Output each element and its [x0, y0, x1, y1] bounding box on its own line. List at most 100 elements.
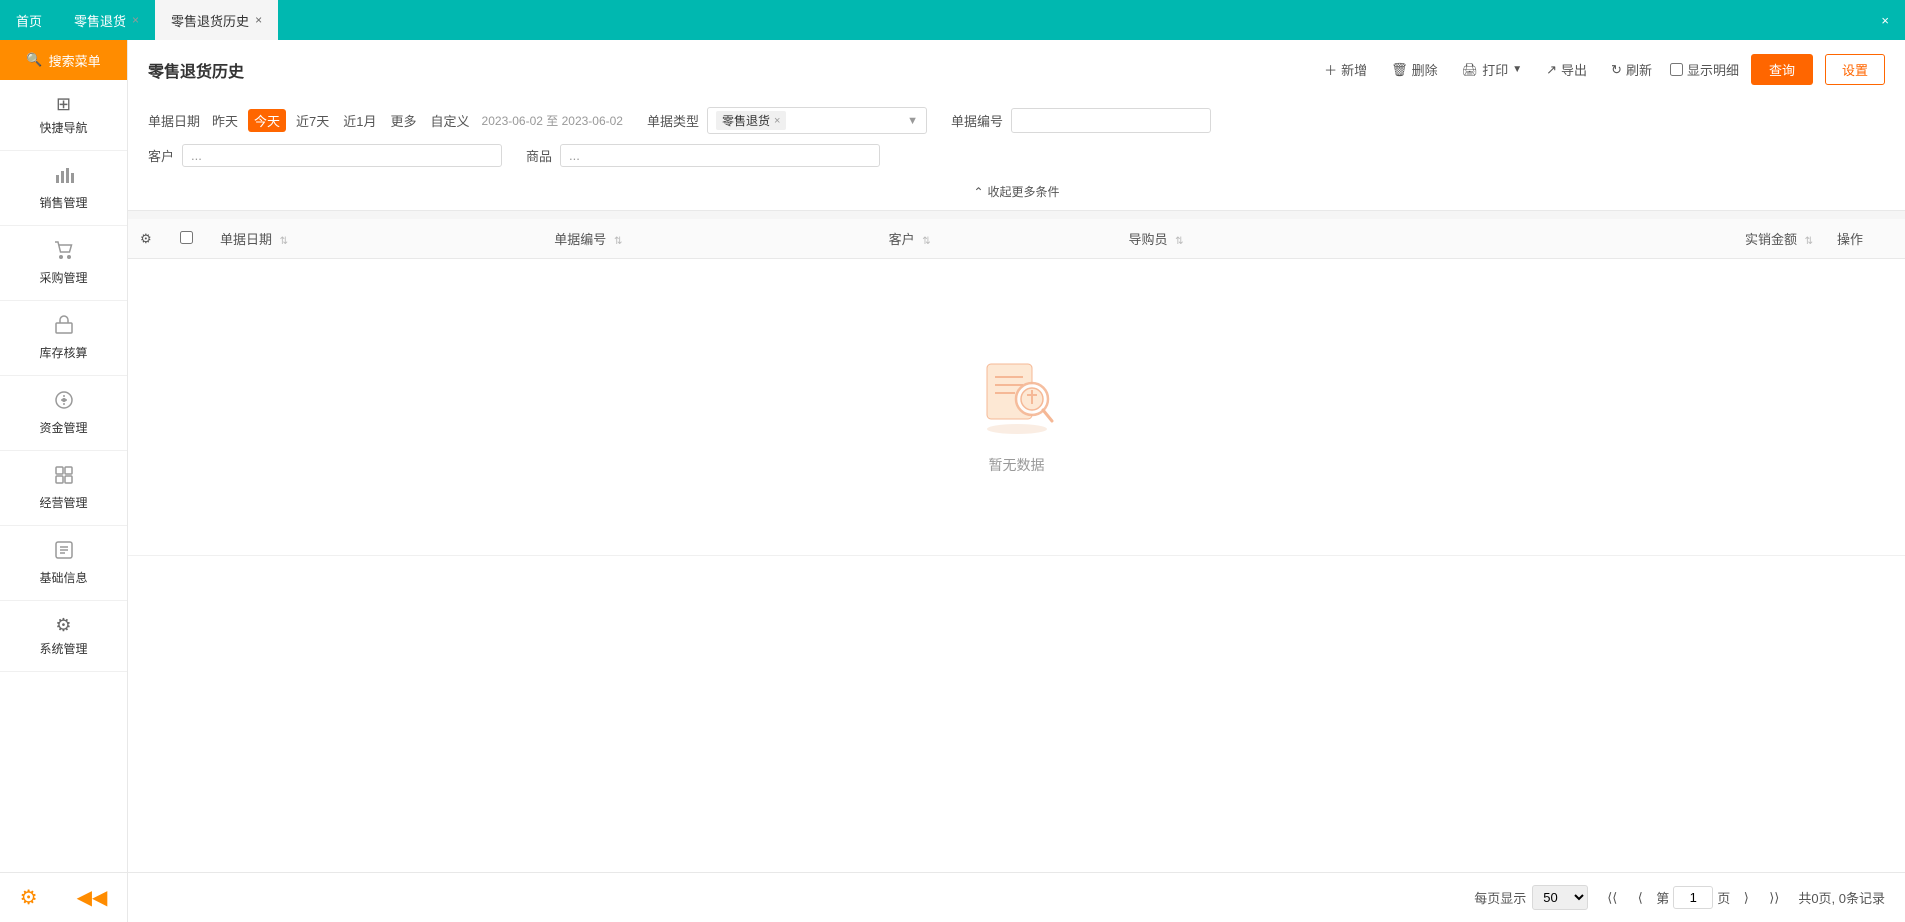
collapse-label: 收起更多条件 — [988, 183, 1060, 200]
audio-icon[interactable]: ◀◀ — [77, 885, 108, 910]
next-page-button[interactable]: ⟩ — [1734, 886, 1758, 910]
filter-doc-type: 单据类型 零售退货 × ▼ — [647, 107, 927, 134]
prev-page-button[interactable]: ⟨ — [1628, 886, 1652, 910]
date-opt-today[interactable]: 今天 — [248, 109, 286, 132]
col-customer[interactable]: 客户 ⇅ — [877, 219, 1117, 259]
sidebar-menu: ⊞ 快捷导航 销售管理 采购管理 库存核算 — [0, 80, 127, 872]
tab-retail-return-history-label: 零售退货历史 — [171, 11, 249, 30]
filter-customer: 客户 ... — [148, 144, 502, 167]
doc-number-input[interactable] — [1011, 108, 1211, 133]
refresh-label: 刷新 — [1626, 60, 1652, 79]
sidebar-item-inventory[interactable]: 库存核算 — [0, 301, 127, 376]
tab-retail-return-close[interactable]: × — [132, 13, 139, 27]
doc-number-label: 单据编号 — [951, 111, 1003, 130]
last-page-button[interactable]: ⟩⟩ — [1762, 886, 1786, 910]
col-actual-amount-label: 实销金额 — [1745, 232, 1797, 247]
pagination-nav: ⟨⟨ ⟨ 第 页 ⟩ ⟩⟩ — [1600, 886, 1786, 910]
print-icon: 🖨 — [1462, 62, 1479, 78]
sidebar-item-sales-label: 销售管理 — [39, 194, 87, 211]
date-opt-last7[interactable]: 近7天 — [292, 109, 333, 132]
goods-select[interactable]: ... — [560, 144, 880, 167]
add-label: 新增 — [1341, 60, 1367, 79]
sidebar-item-operations[interactable]: 经营管理 — [0, 451, 127, 526]
add-button[interactable]: ＋ 新增 — [1318, 56, 1373, 83]
doc-type-tag-remove[interactable]: × — [774, 115, 780, 127]
sidebar-item-finance[interactable]: 资金管理 — [0, 376, 127, 451]
plus-icon: ＋ — [1324, 60, 1337, 79]
settings-button[interactable]: 设置 — [1825, 54, 1885, 85]
customer-label: 客户 — [148, 146, 174, 165]
sidebar-item-basic-info-label: 基础信息 — [39, 569, 87, 586]
empty-state-row: 暂无数据 — [128, 259, 1905, 556]
basic-info-icon — [54, 540, 74, 565]
sidebar-item-basic-info[interactable]: 基础信息 — [0, 526, 127, 601]
col-guide-label: 导购员 — [1128, 232, 1167, 247]
query-button[interactable]: 查询 — [1751, 54, 1813, 85]
system-icon: ⚙ — [55, 615, 71, 636]
sidebar-search-label: 搜索菜单 — [49, 51, 101, 70]
col-actual-amount[interactable]: 实销金额 ⇅ — [1491, 219, 1825, 259]
col-checkbox[interactable] — [168, 219, 208, 259]
doc-type-select[interactable]: 零售退货 × ▼ — [707, 107, 927, 134]
finance-icon — [54, 390, 74, 415]
show-detail-label: 显示明细 — [1687, 60, 1739, 79]
tab-retail-return-history-close[interactable]: × — [255, 13, 262, 27]
date-opt-more[interactable]: 更多 — [387, 109, 421, 132]
col-doc-date[interactable]: 单据日期 ⇅ — [208, 219, 542, 259]
print-button[interactable]: 🖨 打印 ▼ — [1456, 56, 1528, 83]
page-size-label: 每页显示 — [1474, 888, 1526, 907]
page-title: 零售退货历史 — [148, 58, 244, 82]
date-options: 昨天 今天 近7天 近1月 更多 自定义 — [208, 109, 474, 132]
sidebar-item-quick-nav[interactable]: ⊞ 快捷导航 — [0, 80, 127, 151]
tab-home[interactable]: 首页 — [0, 0, 58, 40]
date-opt-yesterday[interactable]: 昨天 — [208, 109, 242, 132]
doc-type-tag: 零售退货 × — [716, 111, 786, 130]
pagination-size: 每页显示 10 20 50 100 — [1474, 885, 1588, 910]
page-actions: ＋ 新增 🗑 删除 🖨 打印 ▼ ↗ 导出 — [1318, 54, 1885, 85]
date-opt-custom[interactable]: 自定义 — [427, 109, 474, 132]
col-doc-number[interactable]: 单据编号 ⇅ — [542, 219, 876, 259]
tab-retail-return-label: 零售退货 — [74, 11, 126, 30]
col-spacer — [1404, 219, 1491, 259]
page-unit: 页 — [1717, 888, 1730, 907]
window-close-button[interactable]: × — [1881, 13, 1905, 28]
sidebar-item-operations-label: 经营管理 — [39, 494, 87, 511]
show-detail-checkbox-label[interactable]: 显示明细 — [1670, 60, 1739, 79]
delete-button[interactable]: 🗑 删除 — [1385, 56, 1444, 83]
page-size-select[interactable]: 10 20 50 100 — [1532, 885, 1588, 910]
table-body: 暂无数据 — [128, 259, 1905, 556]
col-doc-date-sort-icon: ⇅ — [280, 236, 288, 247]
settings-col-icon[interactable]: ⚙ — [140, 231, 152, 246]
col-guide[interactable]: 导购员 ⇅ — [1116, 219, 1403, 259]
collapse-bar[interactable]: ⌃ 收起更多条件 — [148, 177, 1885, 210]
show-detail-checkbox[interactable] — [1670, 63, 1683, 76]
content-area: 零售退货历史 ＋ 新增 🗑 删除 🖨 打印 ▼ — [128, 40, 1905, 922]
quick-nav-icon: ⊞ — [56, 94, 71, 115]
tab-retail-return[interactable]: 零售退货 × — [58, 0, 155, 40]
delete-icon: 🗑 — [1391, 62, 1408, 78]
settings-gear-icon[interactable]: ⚙ — [20, 885, 38, 910]
col-doc-number-label: 单据编号 — [554, 232, 606, 247]
export-button[interactable]: ↗ 导出 — [1540, 56, 1593, 83]
sidebar-bottom: ⚙ ◀◀ — [0, 872, 127, 922]
col-guide-sort-icon: ⇅ — [1175, 236, 1183, 247]
filter-date: 单据日期 昨天 今天 近7天 近1月 更多 自定义 2023-06-02 至 2… — [148, 109, 623, 132]
operations-icon — [54, 465, 74, 490]
col-settings[interactable]: ⚙ — [128, 219, 168, 259]
table-header-row: ⚙ 单据日期 ⇅ 单据编号 ⇅ — [128, 219, 1905, 259]
sidebar-search[interactable]: 🔍 搜索菜单 — [0, 40, 127, 80]
sidebar-item-quick-nav-label: 快捷导航 — [39, 119, 87, 136]
select-all-checkbox[interactable] — [180, 231, 193, 244]
page-number-input[interactable] — [1673, 886, 1713, 909]
sidebar-item-purchase-mgmt[interactable]: 采购管理 — [0, 226, 127, 301]
sidebar-item-sales-mgmt[interactable]: 销售管理 — [0, 151, 127, 226]
empty-state: 暂无数据 — [128, 259, 1905, 555]
customer-select[interactable]: ... — [182, 144, 502, 167]
refresh-button[interactable]: ↻ 刷新 — [1605, 56, 1658, 83]
doc-type-tag-value: 零售退货 — [722, 112, 770, 129]
sidebar-item-system-mgmt[interactable]: ⚙ 系统管理 — [0, 601, 127, 672]
tab-retail-return-history[interactable]: 零售退货历史 × — [155, 0, 278, 40]
date-opt-last1month[interactable]: 近1月 — [339, 109, 380, 132]
first-page-button[interactable]: ⟨⟨ — [1600, 886, 1624, 910]
refresh-icon: ↻ — [1611, 62, 1622, 78]
